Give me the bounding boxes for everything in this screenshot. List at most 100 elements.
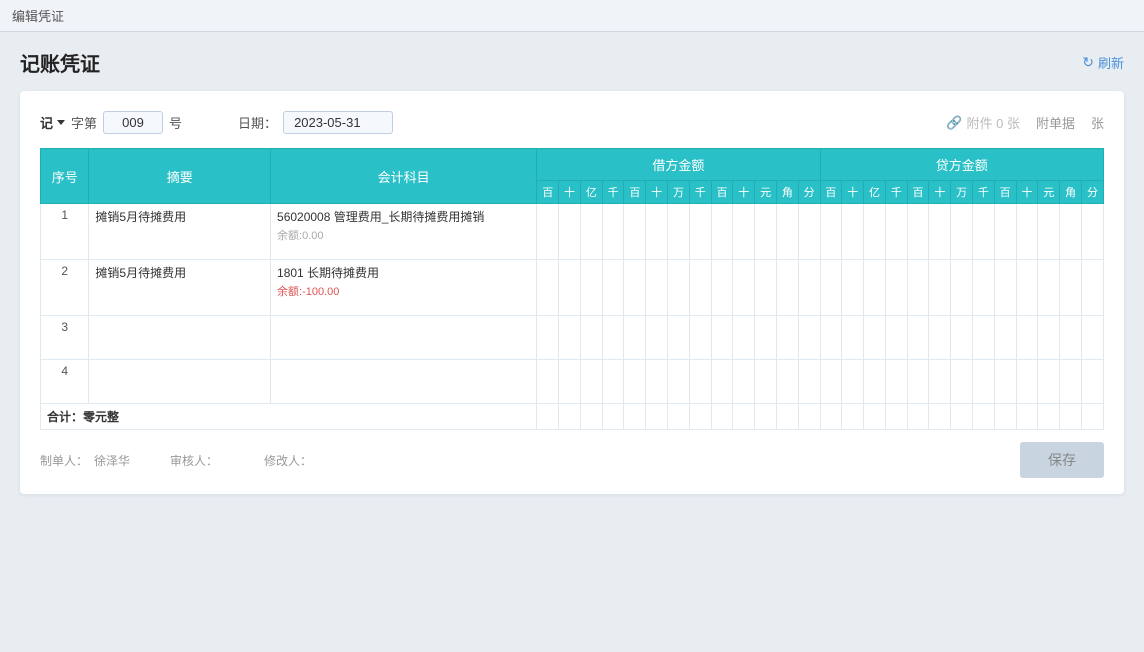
row4-d12[interactable] xyxy=(776,360,798,404)
row2-c2[interactable] xyxy=(842,260,864,316)
row1-d4[interactable] xyxy=(602,204,624,260)
row2-c7[interactable] xyxy=(951,260,973,316)
row1-d3[interactable] xyxy=(580,204,602,260)
row2-c10[interactable] xyxy=(1016,260,1038,316)
row3-c8[interactable] xyxy=(972,316,994,360)
row3-d8[interactable] xyxy=(689,316,711,360)
row3-d9[interactable] xyxy=(711,316,733,360)
row1-d13[interactable] xyxy=(798,204,820,260)
voucher-number-input[interactable] xyxy=(103,111,163,134)
row3-c2[interactable] xyxy=(842,316,864,360)
row4-c10[interactable] xyxy=(1016,360,1038,404)
row4-account[interactable] xyxy=(271,360,537,404)
row4-d6[interactable] xyxy=(646,360,668,404)
row3-d10[interactable] xyxy=(733,316,755,360)
row2-d9[interactable] xyxy=(711,260,733,316)
row2-d5[interactable] xyxy=(624,260,646,316)
row1-c10[interactable] xyxy=(1016,204,1038,260)
row4-summary[interactable] xyxy=(89,360,271,404)
row2-d2[interactable] xyxy=(559,260,581,316)
row4-c2[interactable] xyxy=(842,360,864,404)
row1-c2[interactable] xyxy=(842,204,864,260)
row2-c11[interactable] xyxy=(1038,260,1060,316)
row2-c8[interactable] xyxy=(972,260,994,316)
row1-c6[interactable] xyxy=(929,204,951,260)
row3-d4[interactable] xyxy=(602,316,624,360)
row3-d1[interactable] xyxy=(537,316,559,360)
row3-c10[interactable] xyxy=(1016,316,1038,360)
row1-account[interactable]: 56020008 管理费用_长期待摊费用摊销 余额:0.00 xyxy=(271,204,537,260)
row4-c1[interactable] xyxy=(820,360,842,404)
row4-d5[interactable] xyxy=(624,360,646,404)
row3-account[interactable] xyxy=(271,316,537,360)
row4-c3[interactable] xyxy=(864,360,886,404)
row1-d9[interactable] xyxy=(711,204,733,260)
row3-c3[interactable] xyxy=(864,316,886,360)
row4-c4[interactable] xyxy=(885,360,907,404)
row3-d13[interactable] xyxy=(798,316,820,360)
row1-c8[interactable] xyxy=(972,204,994,260)
row2-c4[interactable] xyxy=(885,260,907,316)
row2-account[interactable]: 1801 长期待摊费用 余额:-100.00 xyxy=(271,260,537,316)
row2-d12[interactable] xyxy=(776,260,798,316)
refresh-button[interactable]: ↻ 刷新 xyxy=(1082,53,1124,72)
row2-c9[interactable] xyxy=(994,260,1016,316)
row3-c12[interactable] xyxy=(1060,316,1082,360)
row1-d12[interactable] xyxy=(776,204,798,260)
row2-d7[interactable] xyxy=(668,260,690,316)
row4-c7[interactable] xyxy=(951,360,973,404)
row4-c12[interactable] xyxy=(1060,360,1082,404)
row1-c11[interactable] xyxy=(1038,204,1060,260)
attachment-link[interactable]: 🔗 附件 0 张 xyxy=(946,113,1020,132)
row1-c9[interactable] xyxy=(994,204,1016,260)
row3-c11[interactable] xyxy=(1038,316,1060,360)
row3-c7[interactable] xyxy=(951,316,973,360)
row2-d8[interactable] xyxy=(689,260,711,316)
row1-d8[interactable] xyxy=(689,204,711,260)
row1-c1[interactable] xyxy=(820,204,842,260)
row2-summary[interactable]: 摊销5月待摊费用 xyxy=(89,260,271,316)
row4-c6[interactable] xyxy=(929,360,951,404)
row1-d2[interactable] xyxy=(559,204,581,260)
row3-c5[interactable] xyxy=(907,316,929,360)
row4-d11[interactable] xyxy=(755,360,777,404)
row2-d6[interactable] xyxy=(646,260,668,316)
row4-d9[interactable] xyxy=(711,360,733,404)
row4-d10[interactable] xyxy=(733,360,755,404)
row4-c8[interactable] xyxy=(972,360,994,404)
row2-d11[interactable] xyxy=(755,260,777,316)
row3-d6[interactable] xyxy=(646,316,668,360)
row2-d13[interactable] xyxy=(798,260,820,316)
row1-summary[interactable]: 摊销5月待摊费用 xyxy=(89,204,271,260)
row1-d7[interactable] xyxy=(668,204,690,260)
row4-c9[interactable] xyxy=(994,360,1016,404)
row2-d4[interactable] xyxy=(602,260,624,316)
row2-c5[interactable] xyxy=(907,260,929,316)
row1-d10[interactable] xyxy=(733,204,755,260)
row2-c6[interactable] xyxy=(929,260,951,316)
row1-d6[interactable] xyxy=(646,204,668,260)
row4-d2[interactable] xyxy=(559,360,581,404)
row1-c7[interactable] xyxy=(951,204,973,260)
voucher-type-dropdown[interactable]: 记 xyxy=(40,113,65,132)
row1-c5[interactable] xyxy=(907,204,929,260)
row4-d8[interactable] xyxy=(689,360,711,404)
row3-c13[interactable] xyxy=(1081,316,1103,360)
row2-c13[interactable] xyxy=(1081,260,1103,316)
row2-d10[interactable] xyxy=(733,260,755,316)
row4-c13[interactable] xyxy=(1081,360,1103,404)
row1-c4[interactable] xyxy=(885,204,907,260)
row3-c6[interactable] xyxy=(929,316,951,360)
date-input[interactable] xyxy=(283,111,393,134)
row3-d2[interactable] xyxy=(559,316,581,360)
row3-d11[interactable] xyxy=(755,316,777,360)
row2-c3[interactable] xyxy=(864,260,886,316)
row4-d4[interactable] xyxy=(602,360,624,404)
row2-c12[interactable] xyxy=(1060,260,1082,316)
row2-d3[interactable] xyxy=(580,260,602,316)
row3-summary[interactable] xyxy=(89,316,271,360)
row2-d1[interactable] xyxy=(537,260,559,316)
row3-c9[interactable] xyxy=(994,316,1016,360)
row3-c1[interactable] xyxy=(820,316,842,360)
save-button[interactable]: 保存 xyxy=(1020,442,1104,478)
